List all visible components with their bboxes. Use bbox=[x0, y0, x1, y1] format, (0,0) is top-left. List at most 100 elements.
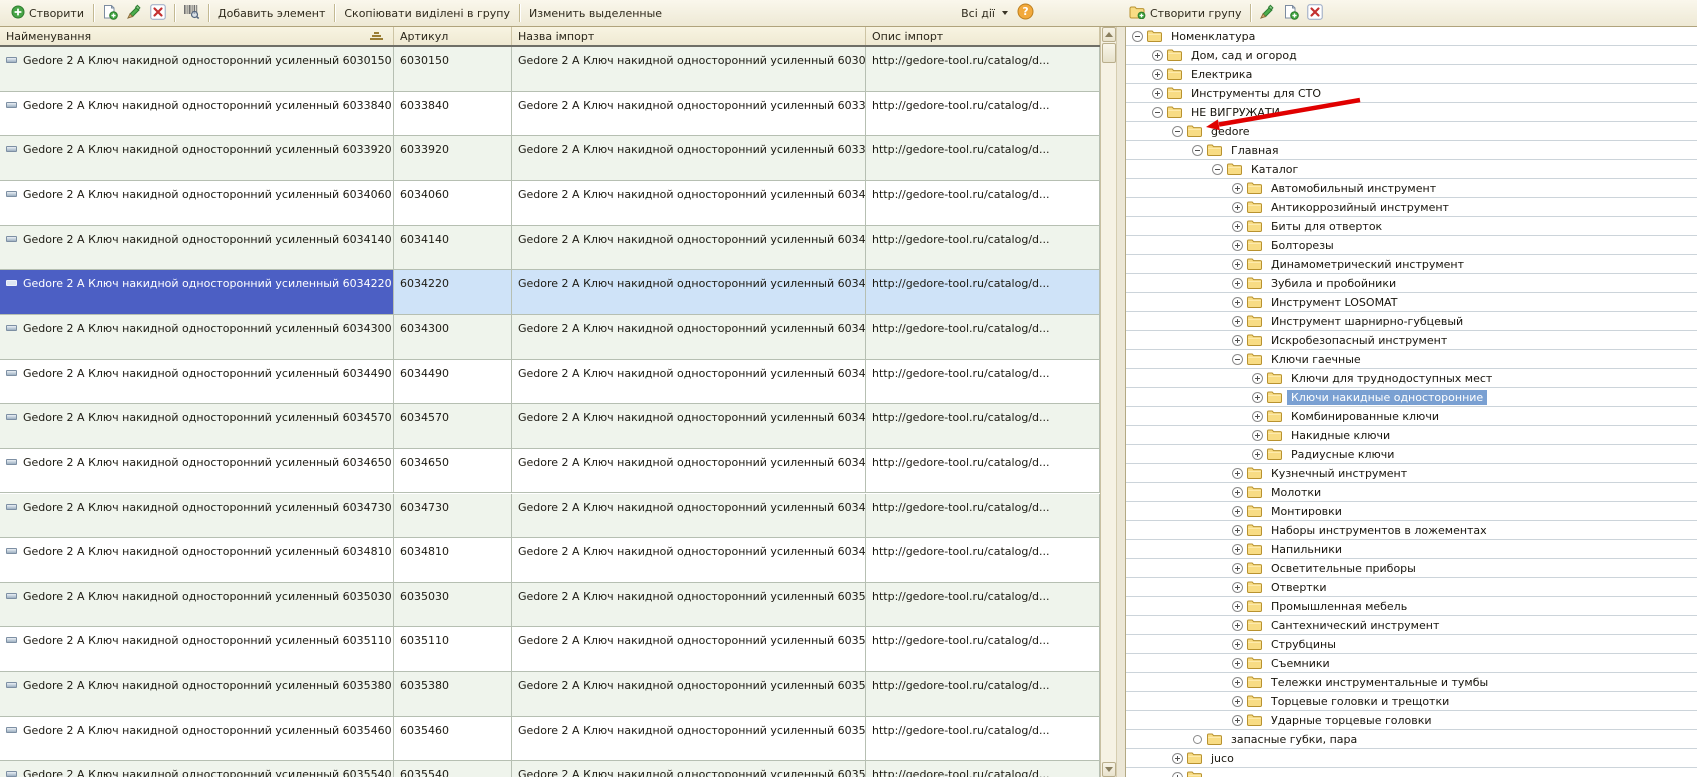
tree-item-антикоррозийный-инструмент[interactable]: Антикоррозийный инструмент bbox=[1126, 198, 1697, 217]
tree-item-partial[interactable] bbox=[1126, 768, 1697, 777]
tree-item-промышленная-мебель[interactable]: Промышленная мебель bbox=[1126, 597, 1697, 616]
tree-item-запасные-губки-пара[interactable]: запасные губки, пара bbox=[1126, 730, 1697, 749]
expand-icon[interactable] bbox=[1232, 296, 1243, 308]
tree-item-инструмент-шарнирно-губцевый[interactable]: Инструмент шарнирно-губцевый bbox=[1126, 312, 1697, 331]
tree-item-торцевые-головки-и-трещотки[interactable]: Торцевые головки и трещотки bbox=[1126, 692, 1697, 711]
panel-splitter[interactable] bbox=[1116, 27, 1126, 777]
tree-item-отвертки[interactable]: Отвертки bbox=[1126, 578, 1697, 597]
tree-item-ударные-торцевые-головки[interactable]: Ударные торцевые головки bbox=[1126, 711, 1697, 730]
expand-icon[interactable] bbox=[1232, 581, 1243, 593]
copy-selected-to-group-button[interactable]: Скопіювати виділені в групу bbox=[339, 5, 515, 22]
table-row[interactable]: Gedore 2 A Ключ накидной односторонний у… bbox=[0, 359, 1100, 405]
tree-item-напильники[interactable]: Напильники bbox=[1126, 540, 1697, 559]
table-row[interactable]: Gedore 2 A Ключ накидной односторонний у… bbox=[0, 538, 1100, 583]
tree-item-ключи-гаечные[interactable]: Ключи гаечные bbox=[1126, 350, 1697, 369]
tree-item-монтировки[interactable]: Монтировки bbox=[1126, 502, 1697, 521]
tree-item-кузнечный-инструмент[interactable]: Кузнечный инструмент bbox=[1126, 464, 1697, 483]
expand-icon[interactable] bbox=[1232, 467, 1243, 479]
expand-icon[interactable] bbox=[1232, 277, 1243, 289]
tree-item-juco[interactable]: juco bbox=[1126, 749, 1697, 768]
tree-item-каталог[interactable]: Каталог bbox=[1126, 160, 1697, 179]
table-row[interactable]: Gedore 2 A Ключ накидной односторонний у… bbox=[0, 314, 1100, 360]
expand-icon[interactable] bbox=[1232, 239, 1243, 251]
tree-item-радиусные-ключи[interactable]: Радиусные ключи bbox=[1126, 445, 1697, 464]
table-row[interactable]: Gedore 2 A Ключ накидной односторонний у… bbox=[0, 91, 1100, 137]
tree-item-ключи-накидные-односторонние[interactable]: Ключи накидные односторонние bbox=[1126, 388, 1697, 407]
expand-icon[interactable] bbox=[1252, 448, 1263, 460]
tree-item-ключи-для-труднодоступных-мест[interactable]: Ключи для труднодоступных мест bbox=[1126, 369, 1697, 388]
tree-item-болторезы[interactable]: Болторезы bbox=[1126, 236, 1697, 255]
collapse-icon[interactable] bbox=[1212, 163, 1223, 175]
tree-item-осветительные-приборы[interactable]: Осветительные приборы bbox=[1126, 559, 1697, 578]
expand-icon[interactable] bbox=[1232, 562, 1243, 574]
expand-icon[interactable] bbox=[1232, 524, 1243, 536]
edit-selected-button[interactable]: Изменить выделенные bbox=[524, 5, 667, 22]
expand-icon[interactable] bbox=[1232, 315, 1243, 327]
expand-icon[interactable] bbox=[1232, 695, 1243, 707]
tree-item-тележки-инструментальные-и-тумбы[interactable]: Тележки инструментальные и тумбы bbox=[1126, 673, 1697, 692]
collapse-icon[interactable] bbox=[1152, 106, 1163, 118]
tree-item-инструменты-для-сто[interactable]: Инструменты для СТО bbox=[1126, 84, 1697, 103]
table-scrollbar[interactable] bbox=[1100, 27, 1116, 777]
tree-item-електрика[interactable]: Електрика bbox=[1126, 65, 1697, 84]
tree-item-главная[interactable]: Главная bbox=[1126, 141, 1697, 160]
table-row[interactable]: Gedore 2 A Ключ накидной односторонний у… bbox=[0, 716, 1100, 762]
create-group-button[interactable]: Створити групу bbox=[1124, 3, 1246, 24]
edit-button[interactable] bbox=[122, 2, 146, 25]
expand-icon[interactable] bbox=[1172, 752, 1183, 764]
expand-icon[interactable] bbox=[1252, 410, 1263, 422]
expand-icon[interactable] bbox=[1232, 600, 1243, 612]
group-delete-button[interactable] bbox=[1303, 2, 1327, 25]
table-row[interactable]: Gedore 2 A Ключ накидной односторонний у… bbox=[0, 627, 1100, 673]
expand-icon[interactable] bbox=[1252, 391, 1263, 403]
table-row[interactable]: Gedore 2 A Ключ накидной односторонний у… bbox=[0, 270, 1100, 315]
expand-icon[interactable] bbox=[1232, 657, 1243, 669]
tree-item-струбцины[interactable]: Струбцины bbox=[1126, 635, 1697, 654]
group-edit-button[interactable] bbox=[1255, 2, 1279, 25]
tree-item-накидные-ключи[interactable]: Накидные ключи bbox=[1126, 426, 1697, 445]
collapse-icon[interactable] bbox=[1172, 125, 1183, 137]
expand-icon[interactable] bbox=[1252, 372, 1263, 384]
group-copy-button[interactable] bbox=[1279, 2, 1303, 25]
scroll-up-button[interactable] bbox=[1102, 27, 1116, 42]
tree-item-инструмент-losomat[interactable]: Инструмент LOSOMAT bbox=[1126, 293, 1697, 312]
table-row[interactable]: Gedore 2 A Ключ накидной односторонний у… bbox=[0, 448, 1100, 494]
tree-item-сантехнический-инструмент[interactable]: Сантехнический инструмент bbox=[1126, 616, 1697, 635]
expand-icon[interactable] bbox=[1232, 258, 1243, 270]
barcode-search-button[interactable] bbox=[179, 2, 204, 24]
collapse-icon[interactable] bbox=[1232, 353, 1243, 365]
table-row[interactable]: Gedore 2 A Ключ накидной односторонний у… bbox=[0, 582, 1100, 628]
add-element-button[interactable]: Добавить элемент bbox=[213, 5, 330, 22]
tree-item-биты-для-отверток[interactable]: Биты для отверток bbox=[1126, 217, 1697, 236]
tree-item-съемники[interactable]: Съемники bbox=[1126, 654, 1697, 673]
table-row[interactable]: Gedore 2 A Ключ накидной односторонний у… bbox=[0, 180, 1100, 226]
expand-icon[interactable] bbox=[1152, 87, 1163, 99]
expand-icon[interactable] bbox=[1232, 334, 1243, 346]
expand-icon[interactable] bbox=[1232, 220, 1243, 232]
collapse-icon[interactable] bbox=[1192, 144, 1203, 156]
copy-element-button[interactable] bbox=[98, 2, 122, 25]
table-row[interactable]: Gedore 2 A Ключ накидной односторонний у… bbox=[0, 493, 1100, 539]
tree-item-искробезопасный-инструмент[interactable]: Искробезопасный инструмент bbox=[1126, 331, 1697, 350]
table-row[interactable]: Gedore 2 A Ключ накидной односторонний у… bbox=[0, 672, 1100, 717]
tree-item-автомобильный-инструмент[interactable]: Автомобильный инструмент bbox=[1126, 179, 1697, 198]
expand-icon[interactable] bbox=[1232, 486, 1243, 498]
expand-icon[interactable] bbox=[1232, 201, 1243, 213]
tree-item-молотки[interactable]: Молотки bbox=[1126, 483, 1697, 502]
expand-icon[interactable] bbox=[1172, 771, 1183, 777]
table-row[interactable]: Gedore 2 A Ключ накидной односторонний у… bbox=[0, 404, 1100, 449]
help-button[interactable]: ? bbox=[1013, 1, 1038, 25]
scrollbar-thumb[interactable] bbox=[1102, 43, 1116, 63]
tree-item-номенклатура[interactable]: Номенклатура bbox=[1126, 27, 1697, 46]
tree-item-комбинированные-ключи[interactable]: Комбинированные ключи bbox=[1126, 407, 1697, 426]
expand-icon[interactable] bbox=[1232, 619, 1243, 631]
create-button[interactable]: Створити bbox=[6, 3, 89, 24]
scroll-down-button[interactable] bbox=[1102, 762, 1116, 777]
tree-item-не-вигружати[interactable]: НЕ ВИГРУЖАТИ bbox=[1126, 103, 1697, 122]
expand-icon[interactable] bbox=[1232, 182, 1243, 194]
expand-icon[interactable] bbox=[1232, 676, 1243, 688]
tree-item-наборы-инструментов-в-ложементах[interactable]: Наборы инструментов в ложементах bbox=[1126, 521, 1697, 540]
table-row[interactable]: Gedore 2 A Ключ накидной односторонний у… bbox=[0, 761, 1100, 777]
table-row[interactable]: Gedore 2 A Ключ накидной односторонний у… bbox=[0, 47, 1100, 92]
tree-item-gedore[interactable]: gedore bbox=[1126, 122, 1697, 141]
